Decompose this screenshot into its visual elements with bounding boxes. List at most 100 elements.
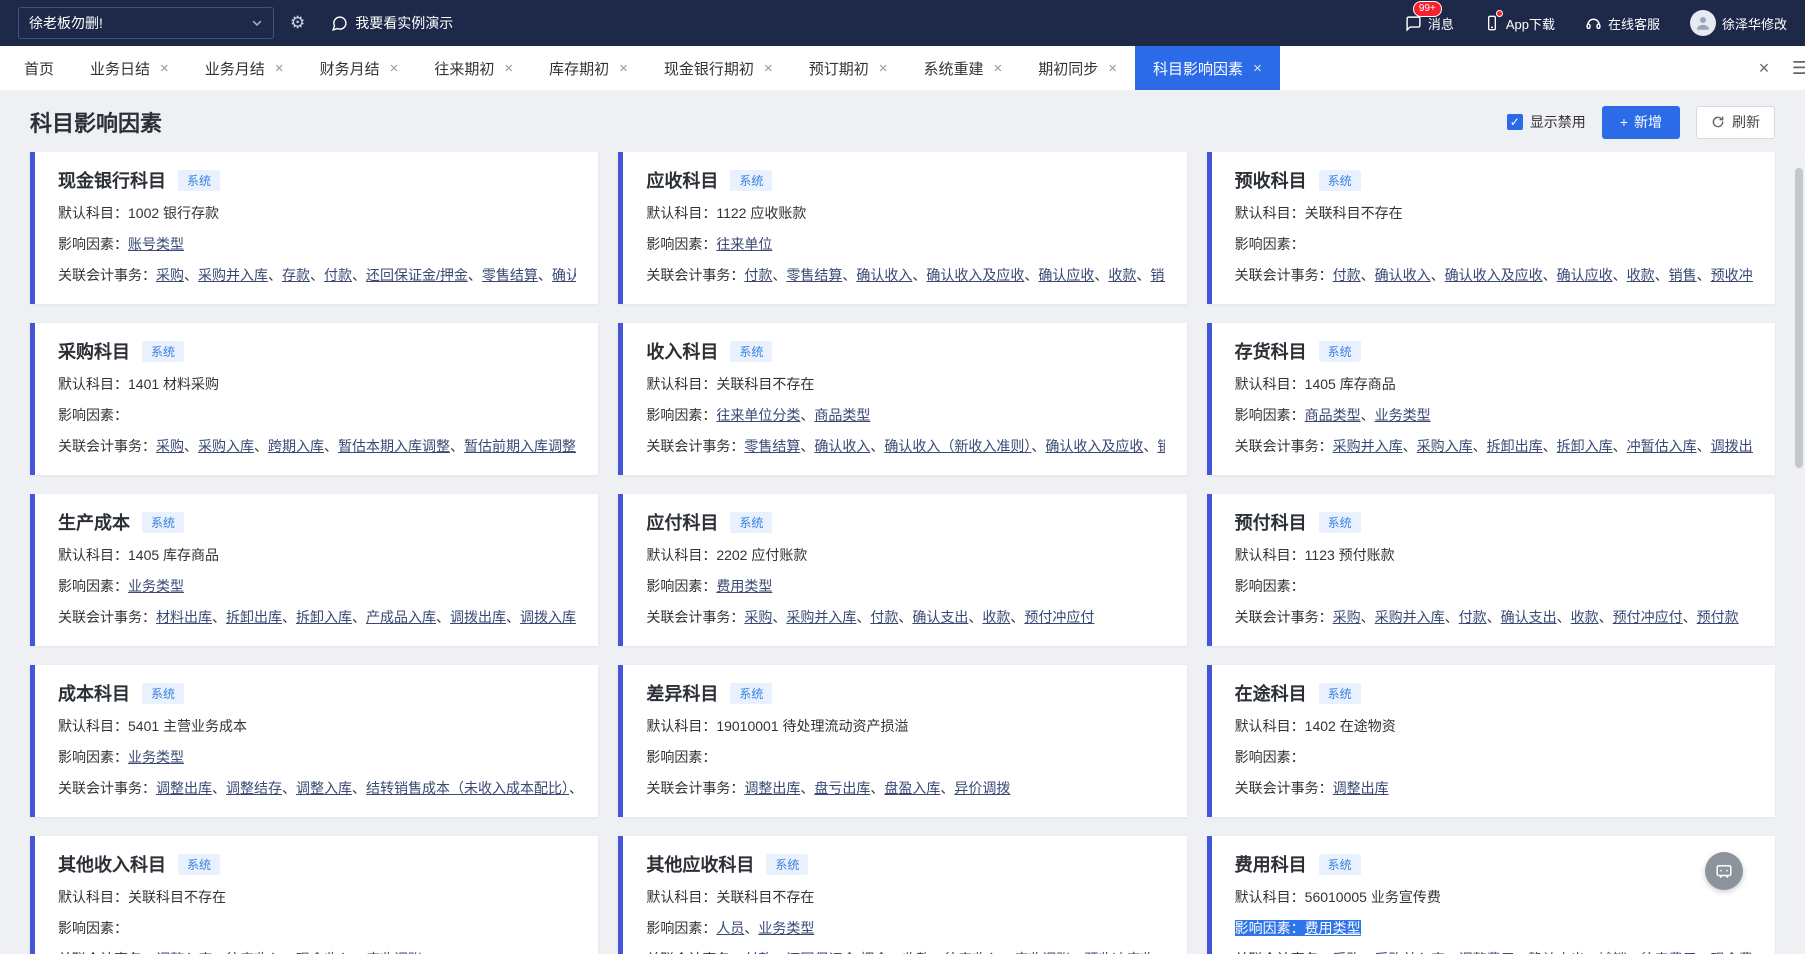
- tab-close-icon[interactable]: ×: [390, 60, 399, 77]
- scrollbar-track[interactable]: [1795, 154, 1803, 950]
- transaction-link[interactable]: 确认收入: [856, 267, 912, 283]
- tab-往来期初[interactable]: 往来期初 ×: [416, 46, 531, 90]
- tab-close-icon[interactable]: ×: [764, 60, 773, 77]
- transaction-link[interactable]: 调整出库: [156, 780, 212, 796]
- transaction-link[interactable]: 采购并入库: [1375, 609, 1445, 625]
- transaction-link[interactable]: 采购: [156, 438, 184, 454]
- transaction-link[interactable]: 产成品入库: [366, 609, 436, 625]
- company-selector[interactable]: 徐老板勿删!: [18, 7, 274, 39]
- tab-close-icon[interactable]: ×: [619, 60, 628, 77]
- transaction-link[interactable]: 确认收入（新收入准则）: [884, 438, 1031, 454]
- transaction-link[interactable]: 付款: [870, 609, 898, 625]
- transaction-link[interactable]: 确认收入及应收: [1445, 267, 1543, 283]
- tab-财务月结[interactable]: 财务月结 ×: [302, 46, 417, 90]
- transaction-link[interactable]: 调整结存: [226, 780, 282, 796]
- gear-icon[interactable]: ⚙: [290, 13, 305, 33]
- tab-业务月结[interactable]: 业务月结 ×: [187, 46, 302, 90]
- tab-close-icon[interactable]: ×: [275, 60, 284, 77]
- transaction-link[interactable]: 付款: [1459, 609, 1487, 625]
- transaction-link[interactable]: 拆卸出库: [1487, 438, 1543, 454]
- transaction-link[interactable]: 采购: [744, 609, 772, 625]
- user-menu[interactable]: 徐泽华修改: [1689, 10, 1787, 36]
- tab-menu-icon[interactable]: ☰: [1787, 58, 1805, 79]
- add-button[interactable]: + 新增: [1601, 105, 1680, 139]
- factor-link[interactable]: 业务类型: [758, 920, 814, 936]
- transaction-link[interactable]: 收款: [982, 609, 1010, 625]
- floating-assistant-button[interactable]: [1705, 852, 1743, 890]
- transaction-link[interactable]: 确认应收: [1557, 267, 1613, 283]
- factor-link[interactable]: 费用类型: [1305, 920, 1361, 936]
- tab-科目影响因素[interactable]: 科目影响因素 ×: [1135, 46, 1280, 90]
- tab-系统重建[interactable]: 系统重建 ×: [905, 46, 1020, 90]
- transaction-link[interactable]: 冲暂估入库: [1627, 438, 1697, 454]
- transaction-link[interactable]: 预付冲应付: [1613, 609, 1683, 625]
- transaction-link[interactable]: 确认支出: [1501, 609, 1557, 625]
- transaction-link[interactable]: 采购并入库: [198, 267, 268, 283]
- tab-首页[interactable]: 首页: [6, 46, 72, 90]
- show-disabled-toggle[interactable]: ✓ 显示禁用: [1506, 112, 1586, 132]
- transaction-link[interactable]: 暂估前期入库调整: [464, 438, 576, 454]
- transaction-link[interactable]: 调拨入库: [520, 609, 576, 625]
- factor-link[interactable]: 费用类型: [716, 578, 772, 594]
- transaction-link[interactable]: 确认收入: [1375, 267, 1431, 283]
- refresh-button[interactable]: 刷新: [1696, 105, 1775, 139]
- transaction-link[interactable]: 确认支出: [912, 609, 968, 625]
- transaction-link[interactable]: 零售结算: [786, 267, 842, 283]
- transaction-link[interactable]: 确认收入及应收: [1045, 438, 1143, 454]
- transaction-link[interactable]: 预收冲应收: [1711, 267, 1753, 283]
- demo-link[interactable]: 我要看实例演示: [331, 13, 453, 33]
- transaction-link[interactable]: 零售结算: [744, 438, 800, 454]
- transaction-link[interactable]: 确认收入: [552, 267, 576, 283]
- transaction-link[interactable]: 预付冲应付: [1024, 609, 1094, 625]
- transaction-link[interactable]: 付款: [1333, 267, 1361, 283]
- transaction-link[interactable]: 销售: [1150, 267, 1164, 283]
- transaction-link[interactable]: 存款: [282, 267, 310, 283]
- transaction-link[interactable]: 销售: [1669, 267, 1697, 283]
- factor-link[interactable]: 业务类型: [128, 749, 184, 765]
- transaction-link[interactable]: 结转销售成本（未收入成本配比）: [366, 780, 569, 796]
- factor-link[interactable]: 人员: [716, 920, 744, 936]
- factor-link[interactable]: 往来单位分类: [716, 407, 800, 423]
- transaction-link[interactable]: 跨期入库: [268, 438, 324, 454]
- factor-link[interactable]: 账号类型: [128, 236, 184, 252]
- transaction-link[interactable]: 零售结算: [482, 267, 538, 283]
- transaction-link[interactable]: 材料出库: [156, 609, 212, 625]
- transaction-link[interactable]: 采购: [1333, 609, 1361, 625]
- transaction-link[interactable]: 调拨出库: [450, 609, 506, 625]
- transaction-link[interactable]: 拆卸入库: [296, 609, 352, 625]
- transaction-link[interactable]: 调整出库: [1333, 780, 1389, 796]
- tab-close-icon[interactable]: ×: [504, 60, 513, 77]
- transaction-link[interactable]: 调整出库: [744, 780, 800, 796]
- tab-预订期初[interactable]: 预订期初 ×: [791, 46, 906, 90]
- tab-期初同步[interactable]: 期初同步 ×: [1020, 46, 1135, 90]
- transaction-link[interactable]: 异价调拨: [954, 780, 1010, 796]
- factor-link[interactable]: 商品类型: [814, 407, 870, 423]
- transaction-link[interactable]: 暂估本期入库调整: [338, 438, 450, 454]
- transaction-link[interactable]: 采购: [156, 267, 184, 283]
- tab-业务日结[interactable]: 业务日结 ×: [72, 46, 187, 90]
- transaction-link[interactable]: 调拨出库: [1711, 438, 1753, 454]
- transaction-link[interactable]: 采购并入库: [786, 609, 856, 625]
- transaction-link[interactable]: 拆卸入库: [1557, 438, 1613, 454]
- transaction-link[interactable]: 付款: [744, 267, 772, 283]
- tab-close-icon[interactable]: ×: [1108, 60, 1117, 77]
- transaction-link[interactable]: 预付款: [1697, 609, 1739, 625]
- transaction-link[interactable]: 确认应收: [1038, 267, 1094, 283]
- transaction-link[interactable]: 确认收入: [814, 438, 870, 454]
- transaction-link[interactable]: 调整入库: [296, 780, 352, 796]
- transaction-link[interactable]: 销售: [1157, 438, 1164, 454]
- factor-link[interactable]: 往来单位: [716, 236, 772, 252]
- transaction-link[interactable]: 盘盈入库: [884, 780, 940, 796]
- scrollbar-thumb[interactable]: [1795, 168, 1803, 468]
- tab-close-icon[interactable]: ×: [994, 60, 1003, 77]
- messages-button[interactable]: 99+ 消息: [1405, 0, 1454, 33]
- tab-close-icon[interactable]: ×: [160, 60, 169, 77]
- transaction-link[interactable]: 收款: [1108, 267, 1136, 283]
- factor-link[interactable]: 商品类型: [1305, 407, 1361, 423]
- transaction-link[interactable]: 收款: [1571, 609, 1599, 625]
- tab-close-icon[interactable]: ×: [879, 60, 888, 77]
- factor-link[interactable]: 业务类型: [1375, 407, 1431, 423]
- checkbox-checked-icon[interactable]: ✓: [1506, 114, 1523, 130]
- tab-库存期初[interactable]: 库存期初 ×: [531, 46, 646, 90]
- close-all-tabs-icon[interactable]: ×: [1751, 58, 1777, 79]
